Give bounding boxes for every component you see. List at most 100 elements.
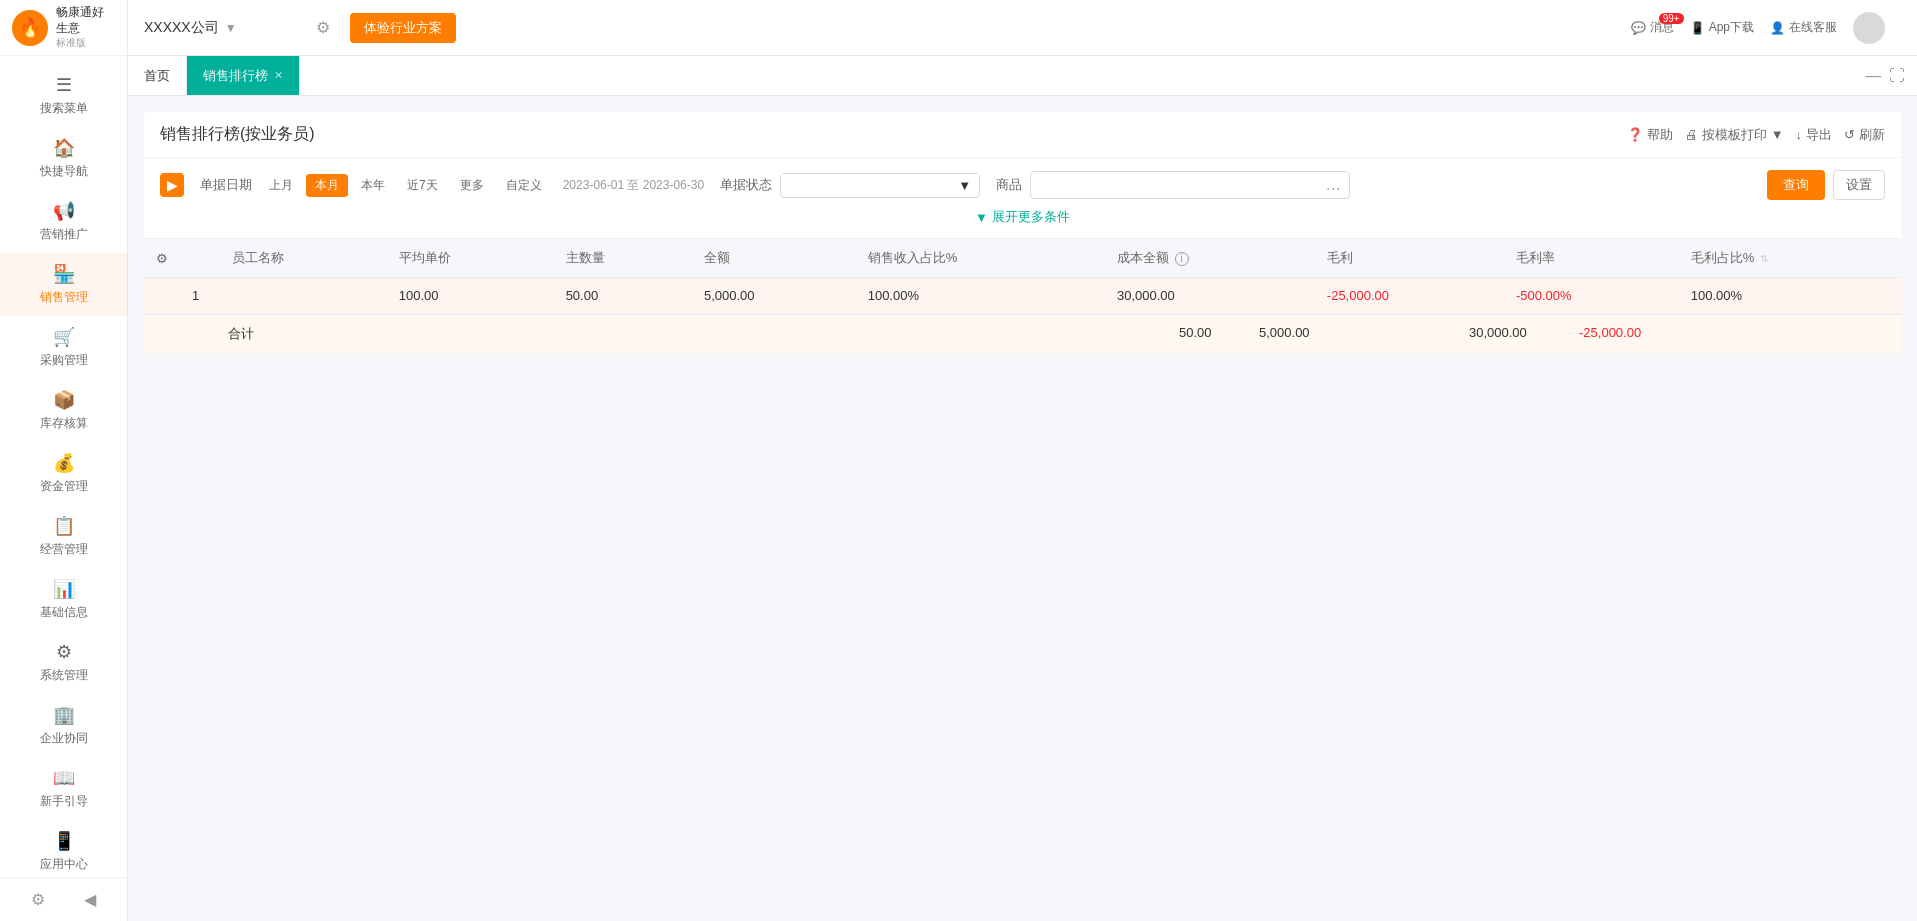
td-gross-ratio: 100.00%: [1679, 278, 1901, 314]
sidebar-item-label: 采购管理: [40, 352, 88, 369]
sidebar-item-operations[interactable]: 📋 经营管理: [0, 505, 127, 568]
sidebar-item-system[interactable]: ⚙ 系统管理: [0, 631, 127, 694]
basic-info-icon: 📊: [53, 578, 75, 600]
page-content: 销售排行榜(按业务员) ❓ 帮助 🖨 按模板打印 ▼ ↓ 导出 ↺ 刷新: [128, 96, 1917, 921]
status-label: 单据状态: [720, 176, 772, 194]
inventory-icon: 📦: [53, 389, 75, 411]
company-arrow-icon: ▼: [225, 21, 237, 35]
sidebar-item-label: 基础信息: [40, 604, 88, 621]
app-download-button[interactable]: 📱 App下载: [1690, 19, 1754, 36]
tab-close-icon[interactable]: ✕: [274, 69, 283, 82]
trial-button[interactable]: 体验行业方案: [350, 13, 456, 43]
footer-spacer-1: [156, 325, 188, 343]
app-download-icon: 📱: [1690, 21, 1705, 35]
sidebar-item-basic-info[interactable]: 📊 基础信息: [0, 568, 127, 631]
td-settings: [144, 278, 180, 314]
td-employee: [220, 278, 387, 314]
tab-maximize-icon[interactable]: ⛶: [1889, 67, 1905, 85]
footer-gross-ratio: [1789, 325, 1889, 343]
sidebar-item-enterprise[interactable]: 🏢 企业协同: [0, 694, 127, 757]
collapse-icon[interactable]: ◀: [84, 890, 96, 909]
topbar: XXXXX公司 ▼ ⚙ 体验行业方案 💬 消息 99+ 📱 App下载 👤 在线…: [128, 0, 1917, 56]
logo-icon: 🔥: [12, 10, 48, 46]
sidebar-item-inventory[interactable]: 📦 库存核算: [0, 379, 127, 442]
tab-minimize-icon[interactable]: —: [1865, 67, 1881, 85]
td-quantity: 50.00: [554, 278, 692, 314]
settings-bottom-icon[interactable]: ⚙: [31, 890, 45, 909]
help-button[interactable]: ❓ 帮助: [1627, 126, 1673, 144]
sidebar-item-label: 营销推广: [40, 226, 88, 243]
status-select[interactable]: ▼: [780, 173, 980, 198]
sidebar-item-sales[interactable]: 🏪 销售管理: [0, 253, 127, 316]
tab-home-label: 首页: [144, 67, 170, 85]
tab-home[interactable]: 首页: [128, 56, 187, 95]
date-label: 单据日期: [200, 176, 252, 194]
messages-button[interactable]: 💬 消息 99+: [1631, 19, 1674, 36]
sidebar-item-finance[interactable]: 💰 资金管理: [0, 442, 127, 505]
settings-button[interactable]: 设置: [1833, 170, 1885, 200]
refresh-button[interactable]: ↺ 刷新: [1844, 126, 1885, 144]
footer-cells: 合计 50.00 5,000.00 30,000.00 -25,000.00: [156, 325, 1889, 343]
th-settings[interactable]: ⚙: [144, 239, 180, 278]
sidebar-item-search-order[interactable]: ☰ 搜索菜单: [0, 64, 127, 127]
sidebar-item-guide[interactable]: 📖 新手引导: [0, 757, 127, 820]
tab-active-label: 销售排行榜: [203, 67, 268, 85]
topbar-right: 💬 消息 99+ 📱 App下载 👤 在线客服: [1631, 12, 1901, 44]
purchase-icon: 🛒: [53, 326, 75, 348]
sidebar-item-quick-nav[interactable]: 🏠 快捷导航: [0, 127, 127, 190]
filter-collapse-btn[interactable]: ▶: [160, 173, 184, 197]
td-avg-price: 100.00: [387, 278, 554, 314]
table-footer: 合计 50.00 5,000.00 30,000.00 -25,000.00: [144, 314, 1901, 353]
footer-avg-price: [1079, 325, 1179, 343]
settings-icon[interactable]: ⚙: [316, 18, 330, 37]
sidebar-item-label: 应用中心: [40, 856, 88, 873]
logo-sub: 标准版: [56, 36, 115, 50]
refresh-icon: ↺: [1844, 127, 1855, 142]
page-header-actions: ❓ 帮助 🖨 按模板打印 ▼ ↓ 导出 ↺ 刷新: [1627, 126, 1885, 144]
sidebar-item-app-center[interactable]: 📱 应用中心: [0, 820, 127, 877]
tab-sales-ranking[interactable]: 销售排行榜 ✕: [187, 56, 300, 95]
export-button[interactable]: ↓ 导出: [1796, 126, 1833, 144]
sidebar: 🔥 畅康通好生意 标准版 ☰ 搜索菜单 🏠 快捷导航 📢 营销推广 🏪 销售管理…: [0, 0, 128, 921]
footer-label: 合计: [228, 325, 1079, 343]
online-service-button[interactable]: 👤 在线客服: [1770, 19, 1837, 36]
footer-gross-rate: [1689, 325, 1789, 343]
cost-info-icon[interactable]: i: [1175, 252, 1189, 266]
date-range: 2023-06-01 至 2023-06-30: [563, 177, 704, 194]
page-title: 销售排行榜(按业务员): [160, 124, 315, 145]
expand-label: 展开更多条件: [992, 208, 1070, 226]
home-icon: 🏠: [53, 137, 75, 159]
current-period-btn[interactable]: 本月: [306, 174, 348, 197]
goods-ellipsis-icon: …: [1325, 176, 1341, 194]
expand-more-btn[interactable]: ▼ 展开更多条件: [160, 208, 1885, 226]
message-icon: 💬: [1631, 21, 1646, 35]
td-gross-rate: -500.00%: [1504, 278, 1679, 314]
sort-icon[interactable]: ⇅: [1760, 253, 1768, 264]
print-icon: 🖨: [1685, 127, 1698, 142]
th-avg-price: 平均单价: [387, 239, 554, 278]
sidebar-item-label: 快捷导航: [40, 163, 88, 180]
th-employee: 员工名称: [220, 239, 387, 278]
th-cost-amount: 成本全额 i: [1105, 239, 1315, 278]
last-7days-btn[interactable]: 近7天: [398, 174, 447, 197]
footer-spacer-2: [188, 325, 228, 343]
footer-quantity: 50.00: [1179, 325, 1259, 343]
this-year-btn[interactable]: 本年: [352, 174, 394, 197]
online-service-label: 在线客服: [1789, 19, 1837, 36]
sidebar-item-purchase[interactable]: 🛒 采购管理: [0, 316, 127, 379]
sidebar-item-label: 系统管理: [40, 667, 88, 684]
print-button[interactable]: 🖨 按模板打印 ▼: [1685, 126, 1784, 144]
query-button[interactable]: 查询: [1767, 170, 1825, 200]
goods-select[interactable]: …: [1030, 171, 1350, 199]
company-selector[interactable]: XXXXX公司 ▼: [144, 19, 304, 37]
sidebar-item-marketing[interactable]: 📢 营销推广: [0, 190, 127, 253]
sidebar-bottom: ⚙ ◀: [0, 877, 127, 921]
footer-amount: 5,000.00: [1259, 325, 1359, 343]
more-btn[interactable]: 更多: [451, 174, 493, 197]
company-name: XXXXX公司: [144, 19, 219, 37]
td-sales-ratio: 100.00%: [856, 278, 1105, 314]
prev-period-btn[interactable]: 上月: [260, 174, 302, 197]
sidebar-logo: 🔥 畅康通好生意 标准版: [0, 0, 127, 56]
custom-btn[interactable]: 自定义: [497, 174, 551, 197]
avatar[interactable]: [1853, 12, 1885, 44]
